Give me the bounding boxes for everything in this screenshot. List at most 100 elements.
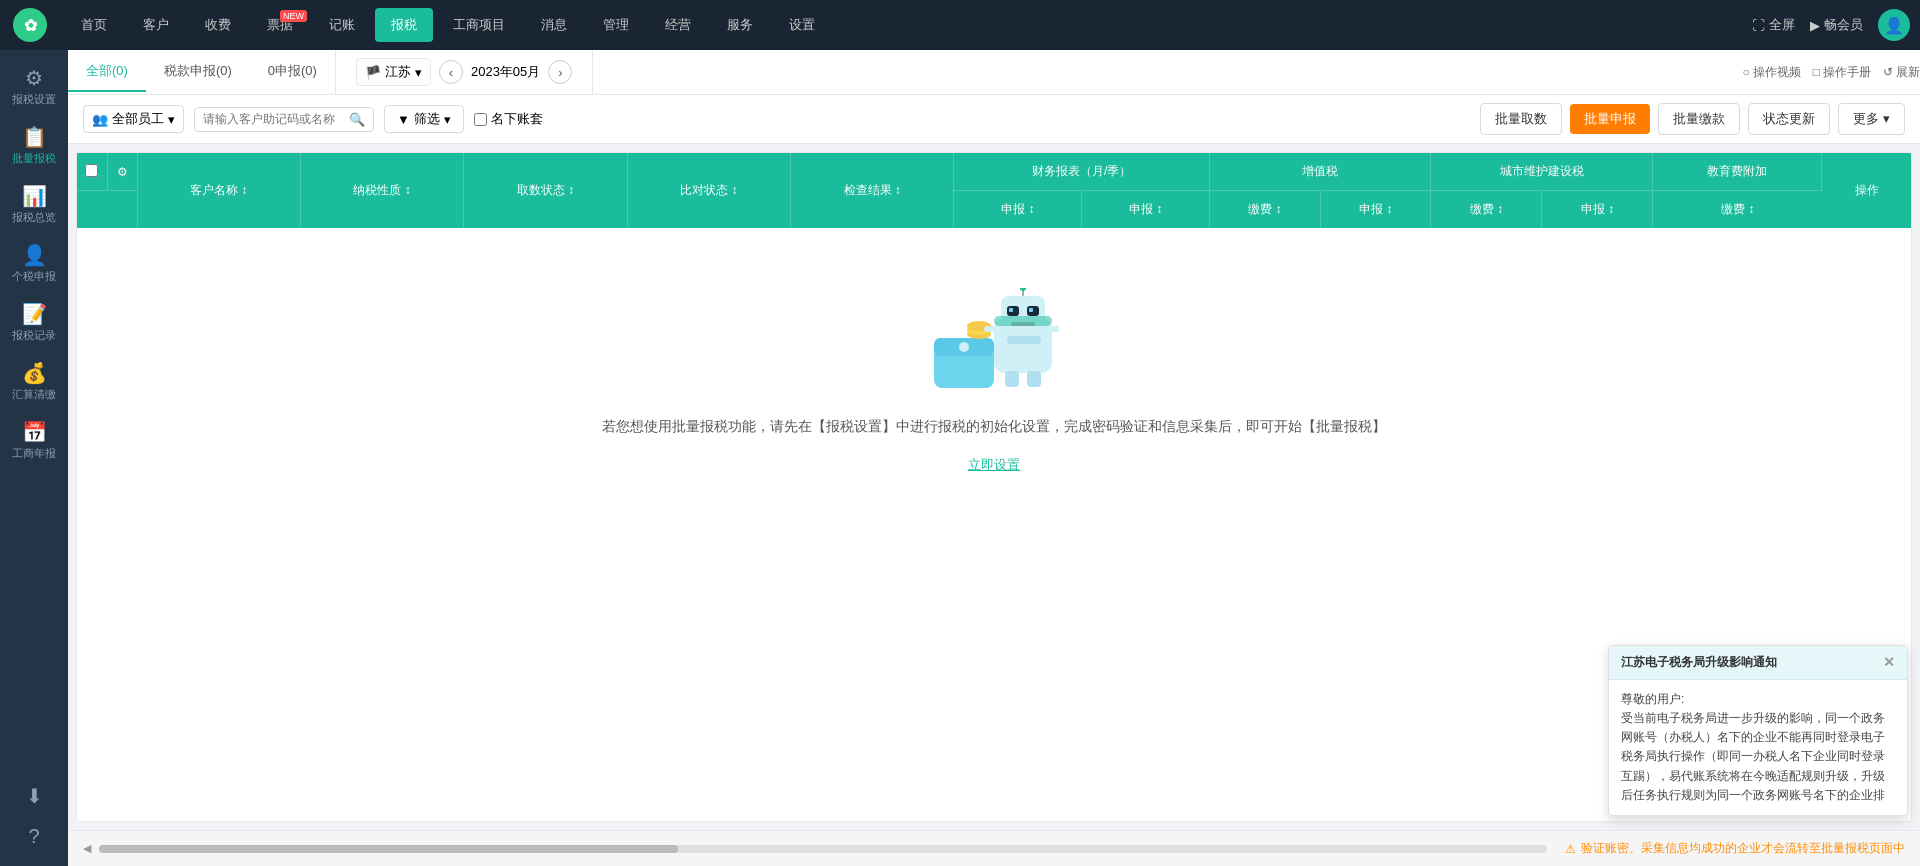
empty-text: 若您想使用批量报税功能，请先在【报税设置】中进行报税的初始化设置，完成密码验证和… [602, 418, 1386, 436]
sort-icon[interactable]: ↕ [1028, 202, 1034, 216]
th-fetch-status: 取数状态 ↕ [464, 153, 627, 228]
sidebar-item-piliangbaoshui[interactable]: 📋 批量报税 [0, 117, 68, 176]
tab-all[interactable]: 全部(0) [68, 52, 146, 92]
sort-icon[interactable]: ↕ [1276, 202, 1282, 216]
horizontal-scrollbar[interactable] [99, 845, 1547, 853]
nav-fee[interactable]: 收费 [189, 8, 247, 42]
th-checkbox [77, 153, 107, 191]
more-btn[interactable]: 更多 ▾ [1838, 103, 1905, 135]
operation-manual-btn[interactable]: □ 操作手册 [1813, 64, 1871, 81]
sidebar-item-huisuanjieqing[interactable]: 💰 汇算清缴 [0, 353, 68, 412]
svg-rect-19 [1027, 371, 1041, 387]
month-display: 2023年05月 [471, 63, 540, 81]
sidebar-item-baoshuizonglan[interactable]: 📊 报税总览 [0, 176, 68, 235]
vip-btn[interactable]: ▶ 畅会员 [1810, 16, 1863, 34]
employee-icon: 👥 [92, 112, 108, 127]
nav-settings[interactable]: 设置 [773, 8, 831, 42]
status-update-btn[interactable]: 状态更新 [1748, 103, 1830, 135]
tab-all-count: 0 [116, 63, 123, 78]
nav-message[interactable]: 消息 [525, 8, 583, 42]
user-avatar[interactable]: 👤 [1878, 9, 1910, 41]
chevron-down-icon: ▾ [415, 65, 422, 80]
sidebar-item-gongshangnianbao[interactable]: 📅 工商年报 [0, 412, 68, 471]
sidebar-item-baoshuijilu[interactable]: 📝 报税记录 [0, 294, 68, 353]
manual-icon: □ [1813, 65, 1820, 79]
sidebar-label-baoshuijilu: 报税记录 [12, 328, 56, 343]
employee-select[interactable]: 👥 全部员工 ▾ [83, 105, 184, 133]
th-financial-declare: 申报 ↕ [954, 191, 1082, 229]
nav-tax[interactable]: 报税 [375, 8, 433, 42]
nav-manage[interactable]: 管理 [587, 8, 645, 42]
overview-icon: 📊 [22, 186, 47, 206]
sort-icon[interactable]: ↕ [895, 183, 901, 197]
region-select[interactable]: 🏴 江苏 ▾ [356, 58, 431, 86]
th-financial-report: 财务报表（月/季） [954, 153, 1210, 191]
nav-business[interactable]: 工商项目 [437, 8, 521, 42]
batch-icon: 📋 [22, 127, 47, 147]
nav-operation[interactable]: 经营 [649, 8, 707, 42]
sort-icon[interactable]: ↕ [731, 183, 737, 197]
month-prev-btn[interactable]: ‹ [439, 60, 463, 84]
filter-right: 批量取数 批量申报 批量缴款 状态更新 更多 ▾ [1480, 103, 1905, 135]
sort-icon[interactable]: ↕ [1748, 202, 1754, 216]
checkbox-accounts-label: 名下账套 [491, 110, 543, 128]
settings-icon[interactable]: ⚙ [117, 165, 128, 179]
nav-right-actions: ⛶ 全屏 ▶ 畅会员 👤 [1752, 9, 1910, 41]
download-icon: ⬇ [26, 786, 43, 806]
table-body: 若您想使用批量报税功能，请先在【报税设置】中进行报税的初始化设置，完成密码验证和… [77, 228, 1911, 534]
th-placeholder-1 [77, 191, 137, 229]
sort-icon[interactable]: ↕ [241, 183, 247, 197]
new-badge: NEW [280, 10, 307, 22]
bottom-warning: ⚠ 验证账密、采集信息均成功的企业才会流转至批量报税页面中 [1565, 840, 1905, 857]
sidebar-item-geshuishenbao[interactable]: 👤 个税申报 [0, 235, 68, 294]
batch-declare-btn[interactable]: 批量申报 [1570, 104, 1650, 134]
sort-icon[interactable]: ↕ [1386, 202, 1392, 216]
search-icon[interactable]: 🔍 [349, 112, 365, 127]
fullscreen-icon: ⛶ [1752, 18, 1765, 33]
sidebar-help[interactable]: ? [0, 816, 68, 856]
operation-video-btn[interactable]: ○ 操作视频 [1743, 64, 1801, 81]
logo[interactable]: ✿ [10, 5, 50, 45]
th-vat-declare: 申报 ↕ [1082, 191, 1210, 229]
svg-point-2 [959, 342, 969, 352]
svg-rect-16 [984, 326, 996, 332]
nav-home[interactable]: 首页 [65, 8, 123, 42]
nav-service[interactable]: 服务 [711, 8, 769, 42]
nav-customer[interactable]: 客户 [127, 8, 185, 42]
sidebar-item-baoshuishezhi[interactable]: ⚙ 报税设置 [0, 58, 68, 117]
tabs-left: 全部(0) 税款申报(0) 0申报(0) [68, 52, 335, 92]
sort-icon[interactable]: ↕ [1497, 202, 1503, 216]
sort-icon[interactable]: ↕ [568, 183, 574, 197]
th-edu-declare: 申报 ↕ [1542, 191, 1653, 229]
notification-close-btn[interactable]: ✕ [1883, 654, 1895, 670]
robot-svg [929, 288, 1059, 398]
refresh-btn[interactable]: ↺ 展新 [1883, 64, 1920, 81]
logo-icon: ✿ [13, 8, 47, 42]
checkbox-accounts[interactable]: 名下账套 [474, 110, 543, 128]
batch-fetch-btn[interactable]: 批量取数 [1480, 103, 1562, 135]
tab-zero-declare[interactable]: 0申报(0) [250, 52, 335, 92]
nav-ticket[interactable]: 票据NEW [251, 8, 309, 42]
checkbox-accounts-input[interactable] [474, 113, 487, 126]
filter-btn[interactable]: ▼ 筛选 ▾ [384, 105, 464, 133]
select-all-checkbox[interactable] [85, 164, 98, 177]
tab-tax-declare[interactable]: 税款申报(0) [146, 52, 250, 92]
batch-pay-btn[interactable]: 批量缴款 [1658, 103, 1740, 135]
setup-link[interactable]: 立即设置 [968, 456, 1020, 474]
empty-state: 若您想使用批量报税功能，请先在【报税设置】中进行报税的初始化设置，完成密码验证和… [77, 228, 1911, 534]
search-input[interactable] [203, 112, 349, 126]
th-edu-pay: 缴费 ↕ [1653, 191, 1822, 229]
th-vat-pay: 缴费 ↕ [1210, 191, 1321, 229]
sort-icon[interactable]: ↕ [1156, 202, 1162, 216]
svg-rect-13 [1029, 308, 1033, 312]
sort-icon[interactable]: ↕ [1608, 202, 1614, 216]
nav-bookkeeping[interactable]: 记账 [313, 8, 371, 42]
sidebar-label-gongshangnianbao: 工商年报 [12, 446, 56, 461]
sidebar-download[interactable]: ⬇ [0, 776, 68, 816]
th-city-declare: 申报 ↕ [1320, 191, 1431, 229]
scroll-left-btn[interactable]: ◀ [83, 842, 91, 855]
sort-icon[interactable]: ↕ [405, 183, 411, 197]
fullscreen-btn[interactable]: ⛶ 全屏 [1752, 16, 1795, 34]
month-next-btn[interactable]: › [548, 60, 572, 84]
annual-report-icon: 📅 [22, 422, 47, 442]
